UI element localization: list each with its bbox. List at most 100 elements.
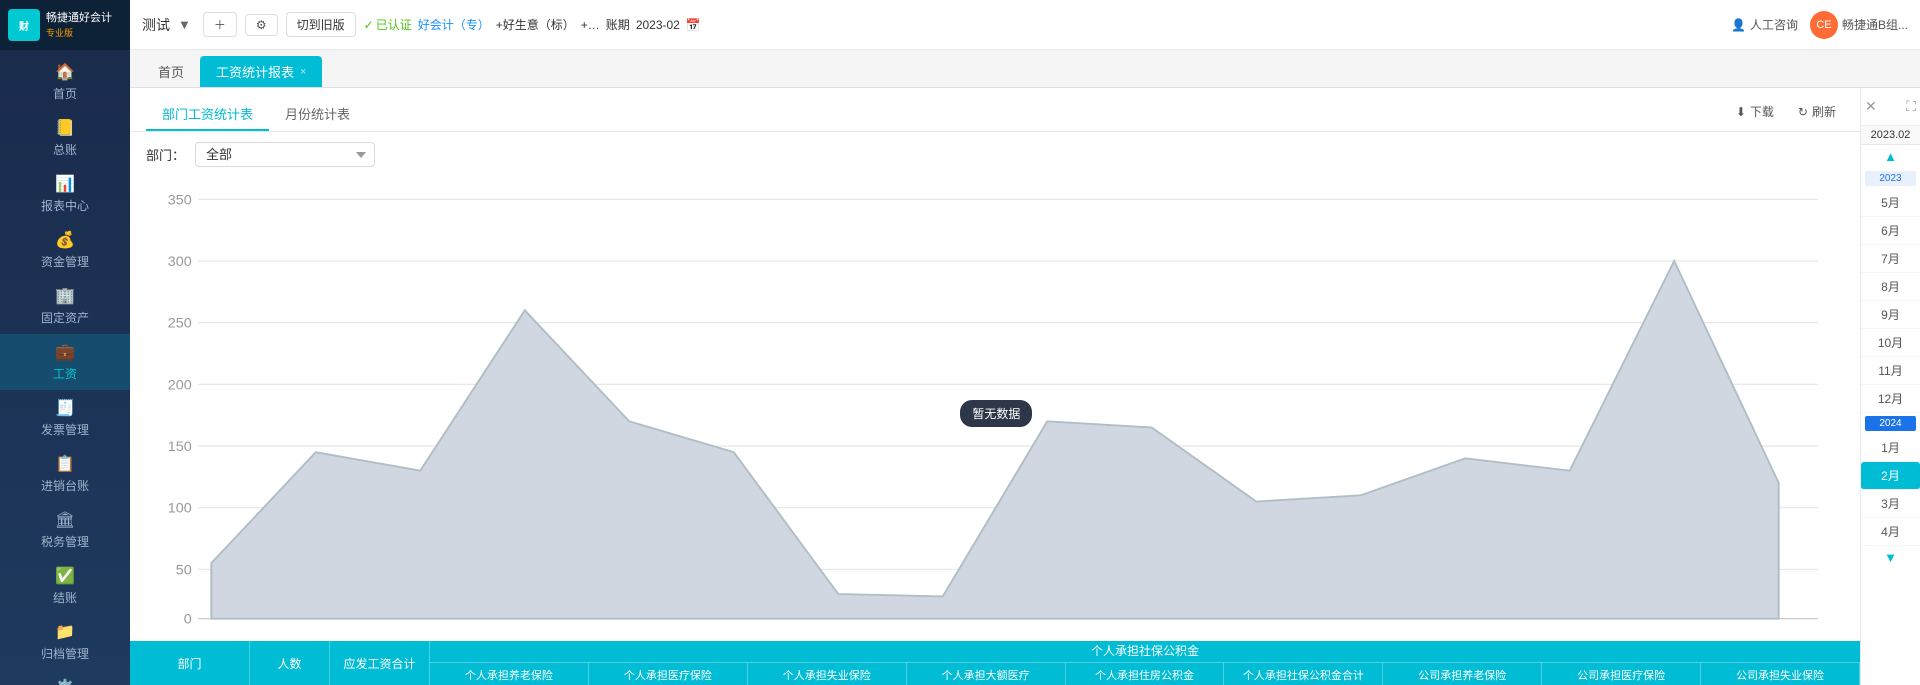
date-month-11月[interactable]: 11月: [1861, 357, 1920, 385]
svg-text:100: 100: [168, 500, 192, 516]
sidebar-label-home: 首页: [53, 85, 77, 102]
group-items: 个人承担养老保险个人承担医疗保险个人承担失业保险个人承担大额医疗个人承担住房公积…: [430, 663, 1860, 685]
sidebar-item-funds[interactable]: 💰 资金管理: [0, 222, 130, 278]
certified-status: ✓ 已认证: [364, 16, 412, 33]
download-icon: ⬇: [1736, 105, 1746, 119]
logo-badge: 专业版: [46, 26, 112, 39]
right-panel-header: ✕ ⛶: [1861, 88, 1920, 126]
sidebar-item-assets[interactable]: 🏢 固定资产: [0, 278, 130, 334]
dept-filter-label: 部门：: [146, 145, 185, 164]
year-2024-badge[interactable]: 2024: [1865, 416, 1916, 431]
svg-text:150: 150: [168, 438, 192, 454]
add-button[interactable]: ＋: [203, 12, 237, 37]
sidebar-label-sales: 进销台账: [41, 477, 89, 494]
download-button[interactable]: ⬇ 下载: [1728, 100, 1782, 123]
date-month-6月[interactable]: 6月: [1861, 217, 1920, 245]
sidebar-item-ledger[interactable]: 📒 总账: [0, 110, 130, 166]
sidebar-icon-settings: ⚙️: [55, 678, 75, 685]
certified-icon: ✓: [364, 18, 374, 32]
tab-salary-label: 工资统计报表: [216, 62, 294, 81]
chart-tooltip-text: 暂无数据: [972, 407, 1020, 421]
sidebar-icon-tax: 🏛: [55, 510, 75, 530]
sidebar-item-settings[interactable]: ⚙️ 设置: [0, 670, 130, 685]
sub-tabs-left: 部门工资统计表 月份统计表: [146, 98, 366, 131]
date-month-5月[interactable]: 5月: [1861, 189, 1920, 217]
header-right: 👤 人工咨询 CE 畅捷通B组...: [1731, 11, 1908, 39]
svg-text:250: 250: [168, 315, 192, 331]
date-down-button[interactable]: ▼: [1861, 546, 1920, 569]
sidebar-icon-checkout: ✅: [55, 566, 75, 586]
sidebar-label-ledger: 总账: [53, 141, 77, 158]
refresh-button[interactable]: ↻ 刷新: [1790, 100, 1844, 123]
sidebar-icon-assets: 🏢: [55, 286, 75, 306]
download-label: 下载: [1750, 103, 1774, 120]
sidebar-label-salary: 工资: [53, 365, 77, 382]
tab-close-icon[interactable]: ×: [300, 66, 306, 78]
date-up-button[interactable]: ▲: [1861, 145, 1920, 168]
svg-text:300: 300: [168, 253, 192, 269]
date-scroll: ▲ 2023 5月6月7月8月9月10月11月12月 2024 1月2月3月4月▼: [1861, 145, 1920, 685]
dept-col-label: 部门: [177, 655, 201, 672]
sidebar-icon-ledger: 📒: [55, 118, 75, 138]
chart-area: 350 300 250 200 150 100 50 0 暂无数: [130, 177, 1860, 641]
sidebar-icon-reports: 📊: [55, 174, 75, 194]
panel-expand-button[interactable]: ⛶: [1906, 98, 1916, 115]
sidebar: 财 畅捷通好会计 专业版 🏠 首页 📒 总账 📊 报表中心 💰 资金管理 🏢 固…: [0, 0, 130, 685]
sidebar-icon-salary: 💼: [55, 342, 75, 362]
sidebar-label-tax: 税务管理: [41, 533, 89, 550]
table-col-count: 人数: [250, 641, 330, 685]
tab-salary[interactable]: 工资统计报表 ×: [200, 56, 322, 87]
sidebar-item-reports[interactable]: 📊 报表中心: [0, 166, 130, 222]
sidebar-label-checkout: 结账: [53, 589, 77, 606]
date-month-1月[interactable]: 1月: [1861, 434, 1920, 462]
sidebar-item-home[interactable]: 🏠 首页: [0, 54, 130, 110]
date-month-9月[interactable]: 9月: [1861, 301, 1920, 329]
sub-tab-dept[interactable]: 部门工资统计表: [146, 98, 269, 131]
help-button[interactable]: 👤 人工咨询: [1731, 16, 1798, 33]
date-month-3月[interactable]: 3月: [1861, 490, 1920, 518]
left-panel: 部门工资统计表 月份统计表 ⬇ 下载 ↻ 刷新: [130, 88, 1860, 685]
table-sub-col: 公司承担失业保险: [1701, 663, 1860, 685]
date-month-2月[interactable]: 2月: [1861, 462, 1920, 490]
sidebar-label-archive: 归档管理: [41, 645, 89, 662]
logo-icon: 财: [8, 9, 40, 41]
header-status: ✓ 已认证 好会计（专） +好生意（标） +… 账期 2023-02 📅: [364, 16, 701, 33]
sidebar-icon-invoice: 🧾: [55, 398, 75, 418]
calendar-icon[interactable]: 📅: [686, 18, 701, 32]
date-input[interactable]: 2023.02: [1861, 126, 1920, 145]
tab-home[interactable]: 首页: [142, 56, 200, 87]
table-footer: 部门 人数 应发工资合计 个人承担社保公积金 个人承担养老保险个人承担医疗保险个…: [130, 641, 1860, 685]
sidebar-label-invoice: 发票管理: [41, 421, 89, 438]
sidebar-item-checkout[interactable]: ✅ 结账: [0, 558, 130, 614]
sidebar-item-archive[interactable]: 📁 归档管理: [0, 614, 130, 670]
group-header: 个人承担社保公积金: [430, 641, 1860, 663]
panel-close-button[interactable]: ✕: [1865, 98, 1877, 115]
date-month-12月[interactable]: 12月: [1861, 385, 1920, 413]
help-icon: 👤: [1731, 18, 1746, 32]
tab-bar: 首页 工资统计报表 ×: [130, 50, 1920, 88]
settings-button[interactable]: ⚙: [245, 14, 278, 36]
table-sub-col: 个人承担大额医疗: [907, 663, 1066, 685]
sub-tab-monthly[interactable]: 月份统计表: [269, 98, 366, 131]
project-dropdown[interactable]: ▼: [178, 17, 191, 32]
year-2023-badge[interactable]: 2023: [1865, 171, 1916, 186]
svg-text:200: 200: [168, 377, 192, 393]
chart-area-fill: [211, 261, 1778, 619]
sidebar-nav: 🏠 首页 📒 总账 📊 报表中心 💰 资金管理 🏢 固定资产 💼 工资 🧾 发票…: [0, 50, 130, 685]
sidebar-item-salary[interactable]: 💼 工资: [0, 334, 130, 390]
date-month-7月[interactable]: 7月: [1861, 245, 1920, 273]
date-month-10月[interactable]: 10月: [1861, 329, 1920, 357]
sidebar-item-tax[interactable]: 🏛 税务管理: [0, 502, 130, 558]
table-sub-col: 个人承担医疗保险: [589, 663, 748, 685]
sidebar-item-sales[interactable]: 📋 进销台账: [0, 446, 130, 502]
dept-filter-select[interactable]: 全部: [195, 142, 375, 167]
date-month-4月[interactable]: 4月: [1861, 518, 1920, 546]
chart-tooltip: 暂无数据: [960, 400, 1032, 427]
tab-home-label: 首页: [158, 62, 184, 81]
user-info[interactable]: CE 畅捷通B组...: [1810, 11, 1908, 39]
sidebar-item-invoice[interactable]: 🧾 发票管理: [0, 390, 130, 446]
old-version-button[interactable]: 切到旧版: [286, 12, 356, 37]
sidebar-label-funds: 资金管理: [41, 253, 89, 270]
period-label: 账期: [606, 16, 630, 33]
date-month-8月[interactable]: 8月: [1861, 273, 1920, 301]
